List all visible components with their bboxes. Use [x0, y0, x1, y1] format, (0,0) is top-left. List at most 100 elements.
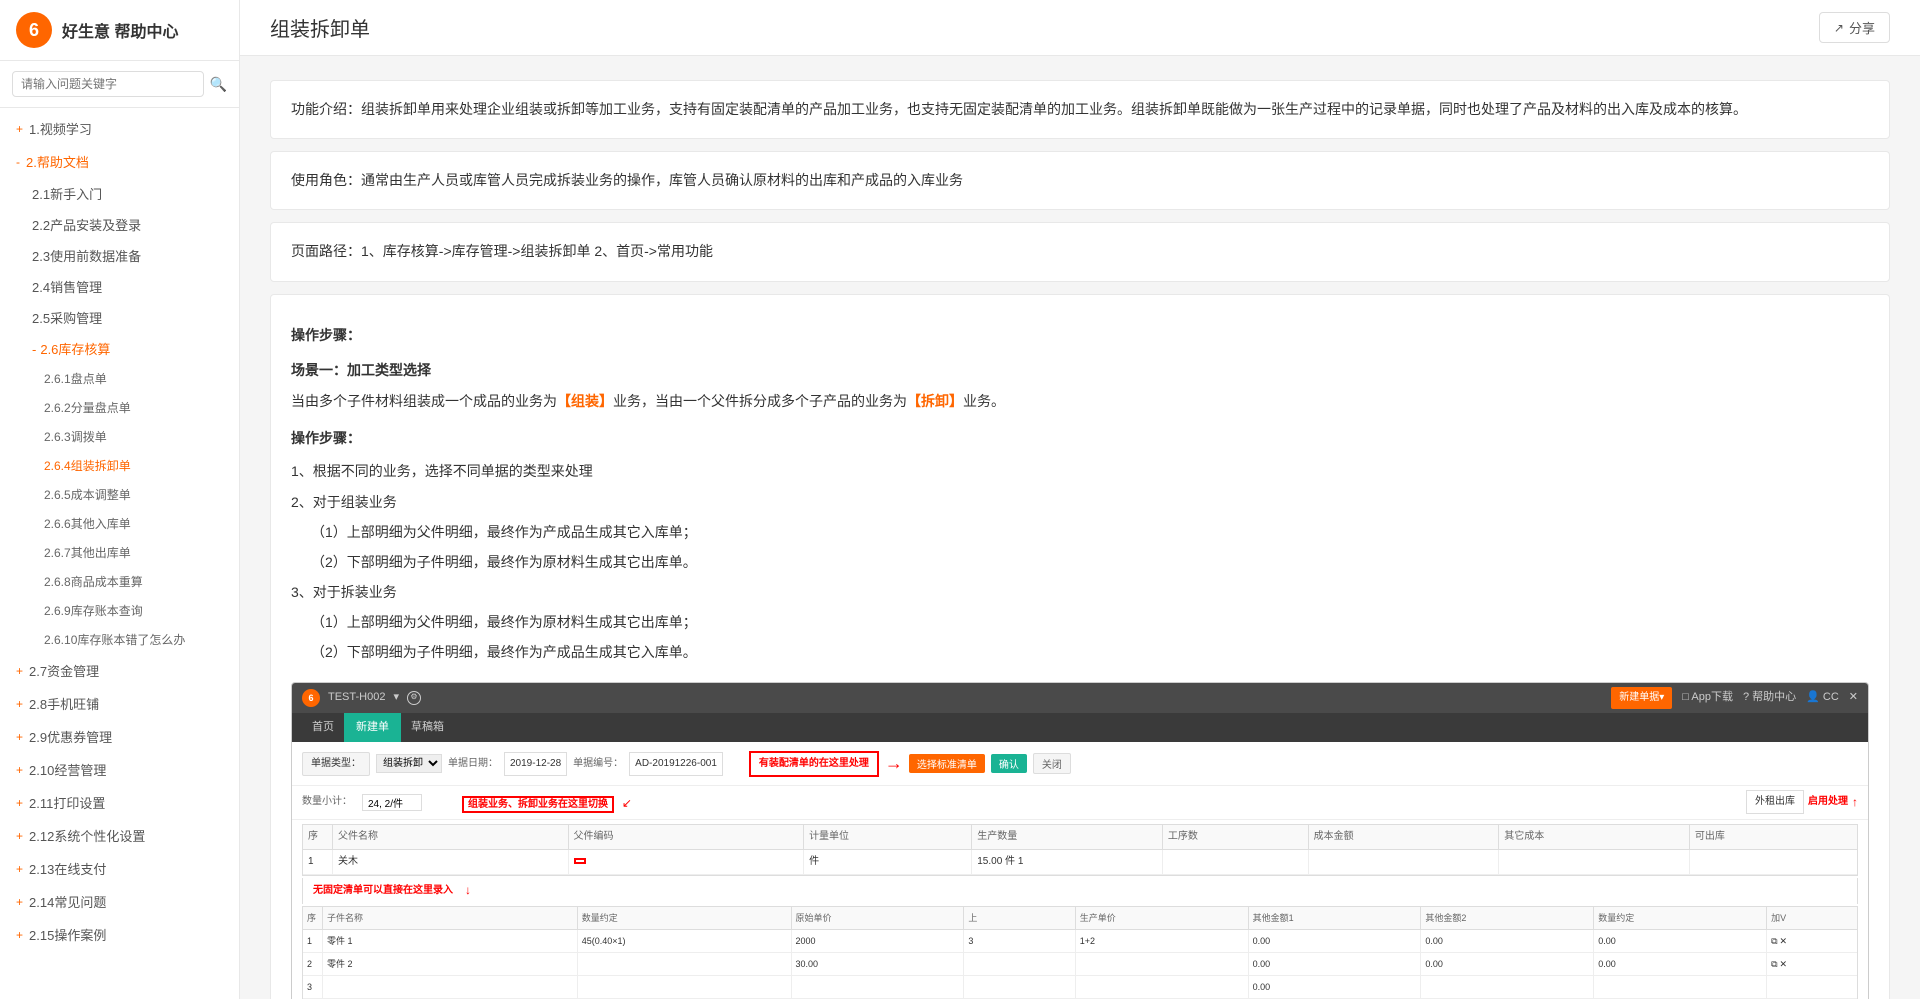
mock-copy-icon[interactable]: ⧉ — [1771, 933, 1777, 949]
mock-annotation3-area: 外租出库 启用处理 ↑ — [1746, 790, 1858, 814]
intro-text: 功能介绍：组装拆卸单用来处理企业组装或拆卸等加工业务，支持有固定装配清单的产品加… — [291, 97, 1869, 122]
mock-btn-close[interactable]: 关闭 — [1033, 753, 1071, 774]
mock-user-icon: 👤 CC — [1806, 688, 1839, 708]
mock-app-icon: □ App下载 — [1682, 688, 1733, 708]
sidebar-item-onlinepay[interactable]: + 2.13在线支付 — [0, 852, 239, 885]
logo-text: 好生意 帮助中心 — [62, 18, 178, 42]
plus-icon7: + — [16, 829, 23, 843]
sidebar-header: 6 好生意 帮助中心 — [0, 0, 239, 61]
plus-icon6: + — [16, 796, 23, 810]
sidebar-item-costcalc[interactable]: 2.6.8商品成本重算 — [0, 567, 239, 596]
mock-lower-table: 序 子件名称 数量约定 原始单价 上 生产单价 其他金额1 其他金额2 数量约定… — [302, 906, 1858, 999]
mock-tab-home[interactable]: 首页 — [302, 713, 344, 743]
mock-date-label: 单据日期： — [448, 755, 498, 773]
search-box: 🔍 — [0, 61, 239, 108]
mock-tab-draft[interactable]: 草稿箱 — [401, 713, 454, 743]
mock-breadcrumb: TEST-H002 — [328, 688, 385, 708]
mock-table1-header: 序 父件名称 父件编码 计量单位 生产数量 工序数 成本金额 其它成本 可出库 — [303, 825, 1857, 850]
steps-label: 操作步骤： — [291, 323, 1869, 348]
mock-bh-value[interactable]: AD-20191226-001 — [629, 752, 723, 776]
mock-upper-table: 序 父件名称 父件编码 计量单位 生产数量 工序数 成本金额 其它成本 可出库 … — [302, 824, 1858, 876]
scene1-desc: 当由多个子件材料组装成一个成品的业务为【组装】业务，当由一个父件拆分成多个子产品… — [291, 389, 1869, 414]
mock-delete-icon2[interactable]: ✕ — [1780, 956, 1788, 972]
content-body: 功能介绍：组装拆卸单用来处理企业组装或拆卸等加工业务，支持有固定装配清单的产品加… — [240, 56, 1920, 999]
sidebar-item-video[interactable]: + 1.视频学习 — [0, 112, 239, 145]
sidebar-item-accounterror[interactable]: 2.6.10库存账本错了怎么办 — [0, 625, 239, 654]
mock-copy-icon2[interactable]: ⧉ — [1771, 956, 1777, 972]
step1: 1、根据不同的业务，选择不同单据的类型来处理 — [291, 459, 1869, 484]
step3: 3、对于拆装业务 — [291, 580, 1869, 605]
step3-1: （1）上部明细为父件明细，最终作为原材料生成其它出库单； — [311, 610, 1869, 635]
mock-newbill-btn[interactable]: 新建单据▾ — [1611, 687, 1672, 709]
sidebar-item-mobile[interactable]: + 2.8手机旺铺 — [0, 687, 239, 720]
sidebar: 6 好生意 帮助中心 🔍 + 1.视频学习 - 2.帮助文档 2.1新手入门 2… — [0, 0, 240, 999]
mock-date-value[interactable]: 2019-12-28 — [504, 752, 567, 776]
mock-arrow-right: → — [885, 747, 903, 779]
path-text: 页面路径：1、库存核算->库存管理->组装拆卸单 2、首页->常用功能 — [291, 239, 1869, 264]
sidebar-item-allocation[interactable]: 2.6.2分量盘点单 — [0, 393, 239, 422]
sidebar-item-adjust[interactable]: 2.6.3调拨单 — [0, 422, 239, 451]
mock-sub-toolbar: 数量小计： 组装业务、拆卸业务在这里切换 ↙ 外租出库 启用处理 ↑ — [292, 786, 1868, 820]
plus-icon3: + — [16, 697, 23, 711]
search-input[interactable] — [12, 71, 204, 97]
mock-btn-save[interactable]: 单据类型： — [302, 752, 370, 776]
role-text: 使用角色：通常由生产人员或库管人员完成拆装业务的操作，库管人员确认原材料的出库和… — [291, 168, 1869, 193]
mock-annotation2-area: 组装业务、拆卸业务在这里切换 ↙ — [462, 790, 632, 815]
search-button[interactable]: 🔍 — [210, 76, 227, 93]
mock-table2-row3: 3 0.00 — [303, 976, 1857, 999]
share-icon: ↗ — [1834, 21, 1844, 35]
mock-tab-active[interactable]: 新建单 — [344, 713, 401, 743]
sidebar-item-cases[interactable]: + 2.15操作案例 — [0, 918, 239, 951]
sidebar-item-inventory[interactable]: -2.6库存核算 — [0, 333, 239, 364]
mock-help-icon: ? 帮助中心 — [1743, 688, 1796, 708]
sidebar-item-otherin[interactable]: 2.6.6其他入库单 — [0, 509, 239, 538]
main-content: 组装拆卸单 ↗ 分享 功能介绍：组装拆卸单用来处理企业组装或拆卸等加工业务，支持… — [240, 0, 1920, 999]
share-button[interactable]: ↗ 分享 — [1819, 12, 1890, 43]
mock-quantity-input[interactable] — [362, 794, 422, 811]
mock-type-select[interactable]: 组装拆卸 — [376, 754, 442, 773]
sidebar-item-customize[interactable]: + 2.12系统个性化设置 — [0, 819, 239, 852]
sidebar-nav: + 1.视频学习 - 2.帮助文档 2.1新手入门 2.2产品安装及登录 2.3… — [0, 108, 239, 955]
mock-annotation-area: 有装配清单的在这里处理 → 选择标准清单 确认 关闭 — [749, 747, 1071, 779]
mock-delete-icon[interactable]: ✕ — [1780, 933, 1788, 949]
sidebar-item-assembly[interactable]: 2.6.4组装拆卸单 — [0, 451, 239, 480]
page-title: 组装拆卸单 — [270, 13, 370, 42]
intro-block: 功能介绍：组装拆卸单用来处理企业组装或拆卸等加工业务，支持有固定装配清单的产品加… — [270, 80, 1890, 139]
plus-icon4: + — [16, 730, 23, 744]
plus-icon9: + — [16, 895, 23, 909]
sidebar-item-coupon[interactable]: + 2.9优惠券管理 — [0, 720, 239, 753]
path-block: 页面路径：1、库存核算->库存管理->组装拆卸单 2、首页->常用功能 — [270, 222, 1890, 281]
sidebar-item-operations[interactable]: + 2.10经营管理 — [0, 753, 239, 786]
mock-annotation3-text: 启用处理 — [1808, 793, 1848, 811]
mock-btn-selectlist[interactable]: 选择标准清单 — [909, 754, 985, 773]
sidebar-item-otherout[interactable]: 2.6.7其他出库单 — [0, 538, 239, 567]
sidebar-item-install[interactable]: 2.2产品安装及登录 — [0, 209, 239, 240]
mock-arrow2: ↙ — [622, 796, 632, 810]
sidebar-item-stocktake[interactable]: 2.6.1盘点单 — [0, 364, 239, 393]
mock-nav-tabs: 首页 新建单 草稿箱 — [292, 713, 1868, 743]
sidebar-item-costadjust[interactable]: 2.6.5成本调整单 — [0, 480, 239, 509]
plus-icon10: + — [16, 928, 23, 942]
mock-close-icon[interactable]: ✕ — [1849, 688, 1858, 708]
sidebar-item-prepare[interactable]: 2.3使用前数据准备 — [0, 240, 239, 271]
mock-table1-row1: 1 关木 件 15.00 件 1 — [303, 850, 1857, 875]
mock-top-actions: 新建单据▾ □ App下载 ? 帮助中心 👤 CC ✕ — [1611, 687, 1858, 709]
sidebar-item-print[interactable]: + 2.11打印设置 — [0, 786, 239, 819]
mock-toolbar: 单据类型： 组装拆卸 单据日期： 2019-12-28 单据编号： AD-201… — [292, 742, 1868, 785]
steps-block: 操作步骤： 场景一：加工类型选择 当由多个子件材料组装成一个成品的业务为【组装】… — [270, 294, 1890, 999]
sidebar-item-faq[interactable]: + 2.14常见问题 — [0, 885, 239, 918]
mock-annotation4-area: 无固定清单可以直接在这里录入 ↓ — [302, 878, 1858, 904]
mock-annotation4-text: 无固定清单可以直接在这里录入 — [313, 882, 453, 900]
mock-btn-confirm[interactable]: 确认 — [991, 754, 1027, 773]
sidebar-item-docs[interactable]: - 2.帮助文档 — [0, 145, 239, 178]
sidebar-item-newuser[interactable]: 2.1新手入门 — [0, 178, 239, 209]
plus-icon: + — [16, 122, 23, 136]
sidebar-item-sales[interactable]: 2.4销售管理 — [0, 271, 239, 302]
mock-field-label: 数量小计： — [302, 793, 352, 811]
mock-logo-icon: 6 — [302, 689, 320, 707]
sidebar-item-purchase[interactable]: 2.5采购管理 — [0, 302, 239, 333]
mock-settings-icon: ⚙ — [407, 691, 421, 705]
mock-father-code-highlight — [574, 858, 586, 864]
sidebar-item-stockquery[interactable]: 2.6.9库存账本查询 — [0, 596, 239, 625]
sidebar-item-funds[interactable]: + 2.7资金管理 — [0, 654, 239, 687]
